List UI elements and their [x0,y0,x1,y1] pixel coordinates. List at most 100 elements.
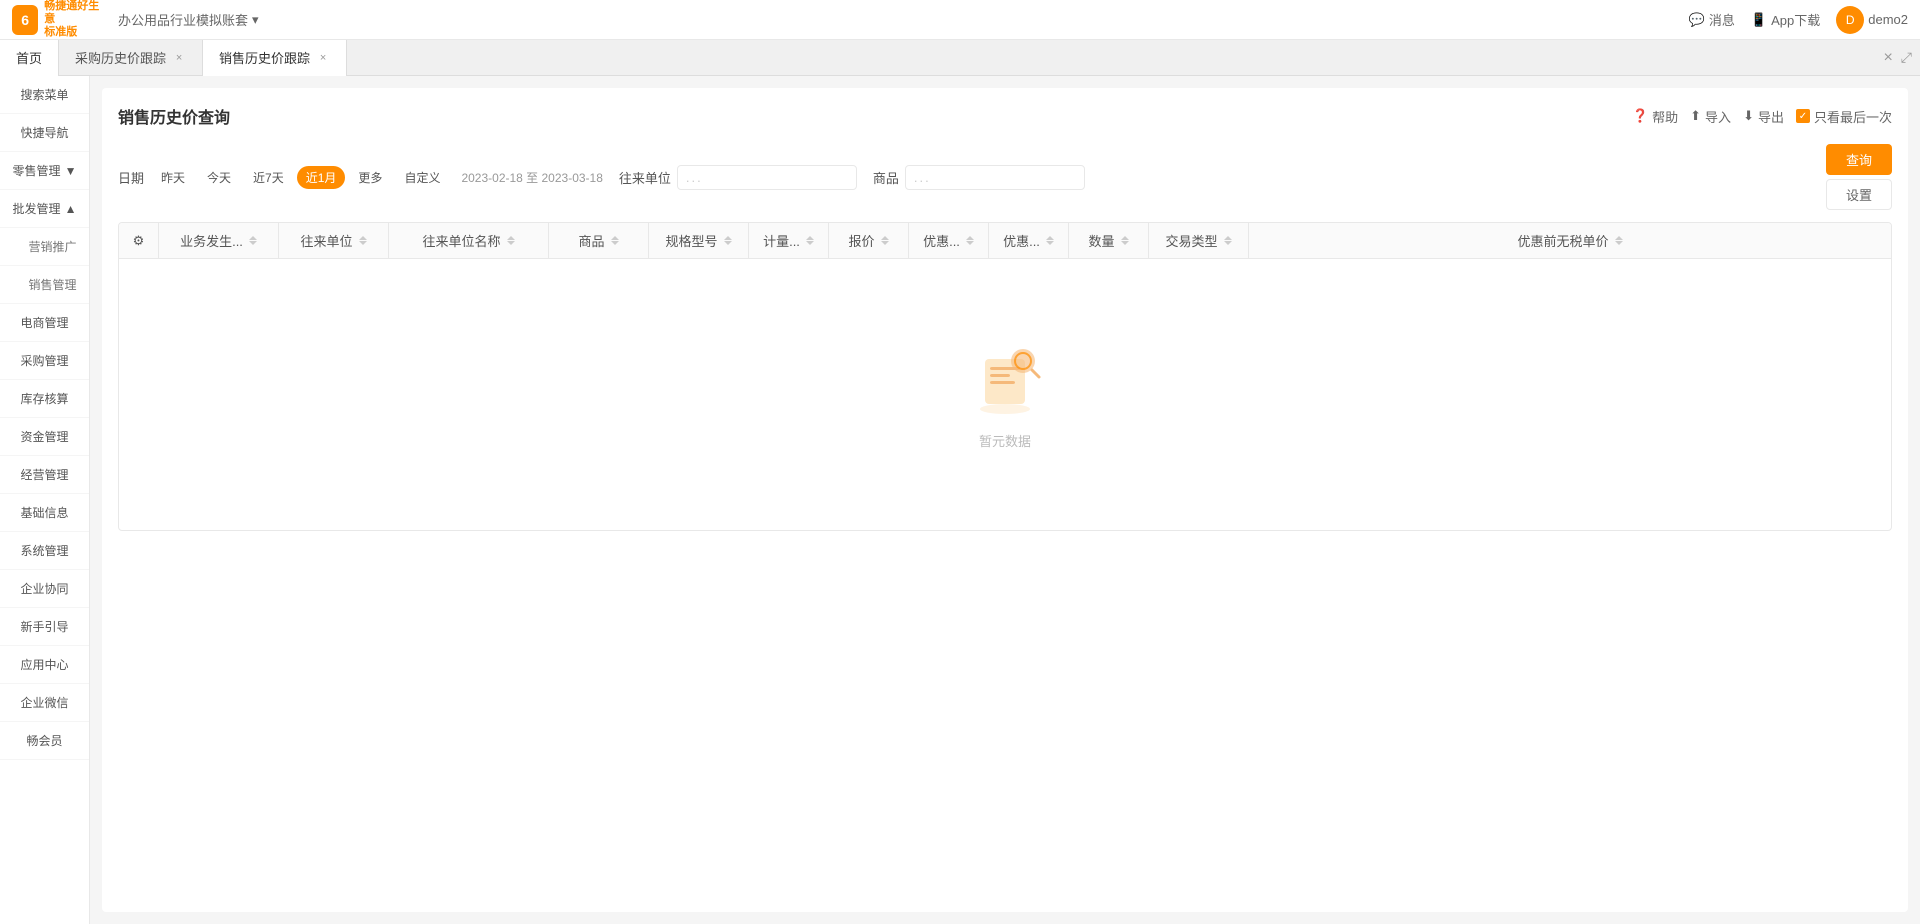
sidebar-item-new-guide[interactable]: 新手引导 [0,608,89,646]
sidebar-item-system-mgmt[interactable]: 系统管理 [0,532,89,570]
setting-button[interactable]: 设置 [1826,179,1892,210]
th-trade-type[interactable]: 交易类型 [1149,223,1249,258]
sidebar-item-member[interactable]: 畅会员 [0,722,89,760]
import-btn[interactable]: ⬆ 导入 [1690,107,1731,126]
new-guide-label: 新手引导 [20,618,68,635]
logo-text: 畅捷通好生意 标准版 [44,0,102,39]
th-discount1[interactable]: 优惠... [909,223,989,258]
marketing-label: 营销推广 [28,238,76,255]
wholesale-mgmt-arrow: ▲ [65,202,77,216]
sidebar-item-sales-mgmt[interactable]: 销售管理 [0,266,89,304]
main-layout: 搜索菜单 快捷导航 零售管理 ▼ 批发管理 ▲ 营销推广 销售管理 电商管理 采… [0,76,1920,924]
sidebar-item-retail-mgmt[interactable]: 零售管理 ▼ [0,152,89,190]
tab-home[interactable]: 首页 [0,40,59,76]
partner-filter: 往来单位 ... [619,165,857,190]
sidebar-item-purchase-mgmt[interactable]: 采购管理 [0,342,89,380]
app-selector[interactable]: 办公用品行业模拟账套 ▾ [110,6,267,33]
th-partner-name[interactable]: 往来单位名称 [389,223,549,258]
sales-mgmt-label: 销售管理 [28,276,76,293]
retail-mgmt-label: 零售管理 [13,162,61,179]
help-btn[interactable]: ❓ 帮助 [1632,107,1678,126]
date-range-text: 2023-02-18 至 2023-03-18 [461,169,602,186]
header-left: 6 畅捷通好生意 标准版 办公用品行业模拟账套 ▾ [12,0,267,39]
sidebar-item-ecommerce-mgmt[interactable]: 电商管理 [0,304,89,342]
th-unit[interactable]: 计量... [749,223,829,258]
sidebar-item-inventory[interactable]: 库存核算 [0,380,89,418]
basic-info-label: 基础信息 [20,504,68,521]
gear-icon: ⚙ [133,233,145,249]
th-partner-code[interactable]: 往来单位 [279,223,389,258]
sidebar-item-finance-mgmt[interactable]: 资金管理 [0,418,89,456]
date-btn-today[interactable]: 今天 [198,166,240,189]
sort-qty-icon [1121,236,1129,245]
empty-illustration [965,339,1045,419]
export-btn[interactable]: ⬇ 导出 [1743,107,1784,126]
user-action[interactable]: D demo2 [1836,6,1908,34]
date-label: 日期 [118,168,144,187]
import-icon: ⬆ [1690,108,1701,124]
sidebar-item-enterprise-wechat[interactable]: 企业微信 [0,684,89,722]
date-btn-7days[interactable]: 近7天 [244,166,293,189]
tab-purchase-history[interactable]: 采购历史价跟踪 × [59,40,203,76]
search-actions: 查询 设置 [1826,144,1892,210]
sidebar-item-ops-mgmt[interactable]: 经营管理 [0,456,89,494]
enterprise-wechat-label: 企业微信 [20,694,68,711]
page-title-row: 销售历史价查询 ❓ 帮助 ⬆ 导入 ⬇ 导出 ✓ [118,104,1892,128]
message-action[interactable]: 💬 消息 [1689,10,1735,29]
th-discount2[interactable]: 优惠... [989,223,1069,258]
th-gear[interactable]: ⚙ [119,223,159,258]
empty-text: 暂元数据 [979,431,1031,450]
app-center-label: 应用中心 [20,656,68,673]
sort-partner-code-icon [359,236,367,245]
tab-purchase-close[interactable]: × [172,51,186,65]
sort-partner-name-icon [507,236,515,245]
sidebar-item-enterprise-collab[interactable]: 企业协同 [0,570,89,608]
sidebar: 搜索菜单 快捷导航 零售管理 ▼ 批发管理 ▲ 营销推广 销售管理 电商管理 采… [0,76,90,924]
sort-unit-icon [806,236,814,245]
th-biz-date[interactable]: 业务发生... [159,223,279,258]
sidebar-item-app-center[interactable]: 应用中心 [0,646,89,684]
sort-pre-tax-icon [1615,236,1623,245]
sidebar-item-wholesale-mgmt[interactable]: 批发管理 ▲ [0,190,89,228]
sort-goods-icon [611,236,619,245]
th-goods[interactable]: 商品 [549,223,649,258]
date-options: 昨天 今天 近7天 近1月 更多 自定义 [152,166,449,189]
app-download-action[interactable]: 📱 App下载 [1751,10,1820,29]
th-pre-tax-price[interactable]: 优惠前无税单价 [1249,223,1891,258]
th-qty[interactable]: 数量 [1069,223,1149,258]
goods-input[interactable]: ... [905,165,1085,190]
wholesale-mgmt-label: 批发管理 [13,200,61,217]
goods-filter: 商品 ... [873,165,1085,190]
search-button[interactable]: 查询 [1826,144,1892,175]
page-actions: ❓ 帮助 ⬆ 导入 ⬇ 导出 ✓ 只看最后一次 [1632,107,1892,126]
tab-sales-history[interactable]: 销售历史价跟踪 × [203,40,347,76]
partner-input[interactable]: ... [677,165,857,190]
th-spec[interactable]: 规格型号 [649,223,749,258]
table-container: ⚙ 业务发生... 往来单位 往 [118,222,1892,531]
date-btn-1month[interactable]: 近1月 [297,166,346,189]
sidebar-item-marketing[interactable]: 营销推广 [0,228,89,266]
page-container: 销售历史价查询 ❓ 帮助 ⬆ 导入 ⬇ 导出 ✓ [102,88,1908,912]
date-btn-yesterday[interactable]: 昨天 [152,166,194,189]
sidebar-item-basic-info[interactable]: 基础信息 [0,494,89,532]
close-all-icon[interactable]: × [1883,49,1892,67]
th-quote[interactable]: 报价 [829,223,909,258]
tab-sales-close[interactable]: × [316,51,330,65]
date-btn-custom[interactable]: 自定义 [395,166,449,189]
member-label: 畅会员 [26,732,62,749]
expand-icon[interactable]: ⤢ [1901,49,1912,66]
sidebar-item-quick-nav[interactable]: 快捷导航 [0,114,89,152]
sidebar-item-search-menu[interactable]: 搜索菜单 [0,76,89,114]
filter-row: 日期 昨天 今天 近7天 近1月 更多 自定义 2023-02-18 至 202… [118,144,1892,210]
checkbox-icon: ✓ [1796,109,1810,123]
date-btn-more[interactable]: 更多 [349,166,391,189]
content-area: 销售历史价查询 ❓ 帮助 ⬆ 导入 ⬇ 导出 ✓ [90,76,1920,924]
sort-trade-type-icon [1224,236,1232,245]
only-last-checkbox[interactable]: ✓ 只看最后一次 [1796,107,1892,126]
quick-nav-label: 快捷导航 [20,124,68,141]
finance-mgmt-label: 资金管理 [20,428,68,445]
empty-state: 暂元数据 [119,259,1891,530]
sort-spec-icon [724,236,732,245]
ecommerce-mgmt-label: 电商管理 [20,314,68,331]
logo-area: 6 畅捷通好生意 标准版 [12,0,102,39]
